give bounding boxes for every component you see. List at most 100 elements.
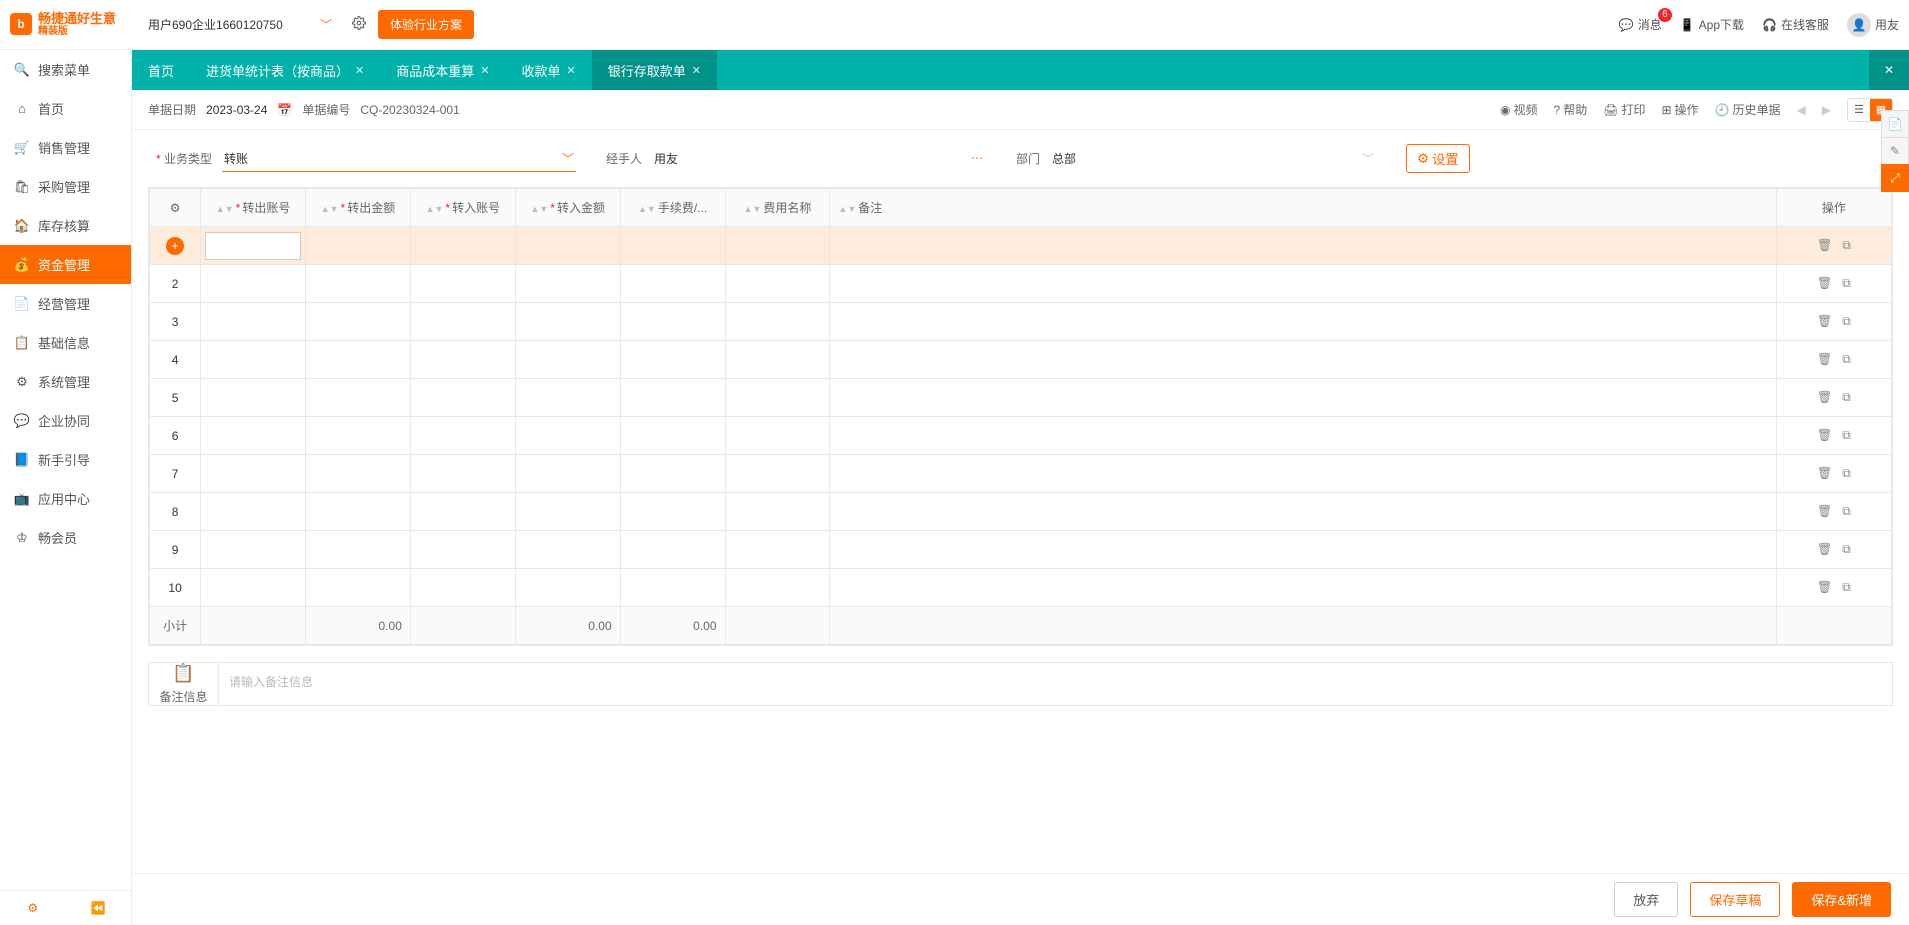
table-cell[interactable] — [620, 417, 725, 455]
sidebar-item-vip[interactable]: ♔畅会员 — [0, 518, 131, 557]
table-cell[interactable] — [830, 417, 1776, 455]
close-icon[interactable]: ✕ — [355, 64, 364, 77]
table-row[interactable]: 6🗑⧉ — [150, 417, 1892, 455]
delete-row-icon[interactable]: 🗑 — [1817, 466, 1832, 481]
table-cell[interactable] — [410, 417, 515, 455]
table-cell[interactable] — [410, 265, 515, 303]
table-row[interactable]: 2🗑⧉ — [150, 265, 1892, 303]
th-remark[interactable]: ▲▼备注 — [830, 189, 1776, 227]
print-link[interactable]: 🖨 打印 — [1603, 101, 1645, 118]
close-all-tabs-button[interactable]: ✕ — [1869, 50, 1909, 90]
table-row[interactable]: 10🗑⧉ — [150, 569, 1892, 607]
discard-button[interactable]: 放弃 — [1614, 882, 1678, 917]
delete-row-icon[interactable]: 🗑 — [1817, 580, 1832, 595]
table-cell[interactable] — [201, 265, 306, 303]
th-out-amt[interactable]: ▲▼*转出金额 — [306, 189, 411, 227]
copy-row-icon[interactable]: ⧉ — [1842, 352, 1851, 367]
table-cell[interactable] — [620, 455, 725, 493]
table-cell[interactable] — [306, 303, 411, 341]
table-cell[interactable] — [306, 227, 411, 265]
table-cell[interactable] — [515, 303, 620, 341]
table-cell[interactable] — [515, 417, 620, 455]
table-cell[interactable] — [725, 531, 830, 569]
sidebar-collapse-button[interactable]: ⏪ — [66, 890, 132, 925]
sidebar-item-search[interactable]: 🔍搜索菜单 — [0, 50, 131, 89]
table-cell[interactable] — [725, 417, 830, 455]
tab-home[interactable]: 首页 — [132, 50, 190, 90]
table-cell[interactable] — [515, 265, 620, 303]
tenant-select[interactable]: 用户690企业1660120750 ﹀ — [140, 10, 340, 40]
messages-link[interactable]: 💬 消息 6 — [1619, 16, 1662, 33]
table-cell[interactable] — [515, 569, 620, 607]
table-cell[interactable] — [620, 569, 725, 607]
table-cell[interactable] — [410, 493, 515, 531]
copy-row-icon[interactable]: ⧉ — [1842, 390, 1851, 405]
th-fee-name[interactable]: ▲▼费用名称 — [725, 189, 830, 227]
copy-row-icon[interactable]: ⧉ — [1842, 504, 1851, 519]
copy-row-icon[interactable]: ⧉ — [1842, 238, 1851, 253]
table-row[interactable]: +🗑⧉ — [150, 227, 1892, 265]
sidebar-item-business[interactable]: 📄经营管理 — [0, 284, 131, 323]
doc-date-value[interactable]: 2023-03-24 — [206, 103, 267, 117]
sidebar-settings-button[interactable]: ⚙ — [0, 890, 66, 925]
table-cell[interactable] — [306, 379, 411, 417]
table-cell[interactable] — [306, 455, 411, 493]
delete-row-icon[interactable]: 🗑 — [1817, 428, 1832, 443]
table-cell[interactable] — [830, 379, 1776, 417]
table-cell[interactable] — [620, 265, 725, 303]
table-cell[interactable] — [306, 569, 411, 607]
save-draft-button[interactable]: 保存草稿 — [1690, 882, 1780, 917]
float-doc-button[interactable]: 📄 — [1881, 110, 1909, 138]
table-cell[interactable] — [830, 265, 1776, 303]
table-cell[interactable] — [201, 417, 306, 455]
table-cell[interactable] — [306, 531, 411, 569]
table-cell[interactable] — [725, 569, 830, 607]
table-cell[interactable] — [620, 303, 725, 341]
th-out-acct[interactable]: ▲▼*转出账号 — [201, 189, 306, 227]
add-row-icon[interactable]: + — [166, 237, 184, 255]
video-link[interactable]: ◉ 视频 — [1500, 101, 1538, 118]
table-row[interactable]: 9🗑⧉ — [150, 531, 1892, 569]
tab-cost-recalc[interactable]: 商品成本重算✕ — [380, 50, 505, 90]
th-in-amt[interactable]: ▲▼*转入金额 — [515, 189, 620, 227]
delete-row-icon[interactable]: 🗑 — [1817, 352, 1832, 367]
table-cell[interactable] — [830, 455, 1776, 493]
table-cell[interactable] — [306, 417, 411, 455]
tab-purchase-report[interactable]: 进货单统计表（按商品）✕ — [190, 50, 380, 90]
table-cell[interactable] — [201, 303, 306, 341]
table-cell[interactable] — [306, 341, 411, 379]
table-cell[interactable] — [725, 227, 830, 265]
copy-row-icon[interactable]: ⧉ — [1842, 428, 1851, 443]
table-row[interactable]: 5🗑⧉ — [150, 379, 1892, 417]
delete-row-icon[interactable]: 🗑 — [1817, 314, 1832, 329]
delete-row-icon[interactable]: 🗑 — [1817, 504, 1832, 519]
table-row[interactable]: 8🗑⧉ — [150, 493, 1892, 531]
table-cell[interactable] — [410, 227, 515, 265]
table-row[interactable]: 4🗑⧉ — [150, 341, 1892, 379]
sidebar-item-system[interactable]: ⚙系统管理 — [0, 362, 131, 401]
table-cell[interactable] — [410, 569, 515, 607]
sidebar-item-collab[interactable]: 💬企业协同 — [0, 401, 131, 440]
table-cell[interactable] — [201, 493, 306, 531]
sidebar-item-purchase[interactable]: 🛍采购管理 — [0, 167, 131, 206]
table-cell[interactable] — [306, 265, 411, 303]
th-in-acct[interactable]: ▲▼*转入账号 — [410, 189, 515, 227]
note-input[interactable]: 请输入备注信息 — [219, 663, 1892, 705]
float-expand-button[interactable]: ⤢ — [1881, 164, 1909, 192]
table-cell[interactable] — [201, 531, 306, 569]
table-cell[interactable] — [410, 455, 515, 493]
close-icon[interactable]: ✕ — [480, 64, 489, 77]
help-link[interactable]: ? 帮助 — [1554, 101, 1588, 118]
table-cell[interactable] — [725, 379, 830, 417]
table-cell[interactable] — [201, 341, 306, 379]
copy-row-icon[interactable]: ⧉ — [1842, 580, 1851, 595]
close-icon[interactable]: ✕ — [567, 64, 576, 77]
table-cell[interactable] — [725, 303, 830, 341]
tenant-settings-icon[interactable] — [352, 16, 366, 33]
table-row[interactable]: 3🗑⧉ — [150, 303, 1892, 341]
dept-select[interactable]: 总部 ﹀ — [1050, 146, 1376, 172]
delete-row-icon[interactable]: 🗑 — [1817, 542, 1832, 557]
table-cell[interactable] — [725, 493, 830, 531]
table-cell[interactable] — [515, 379, 620, 417]
sidebar-item-sales[interactable]: 🛒销售管理 — [0, 128, 131, 167]
